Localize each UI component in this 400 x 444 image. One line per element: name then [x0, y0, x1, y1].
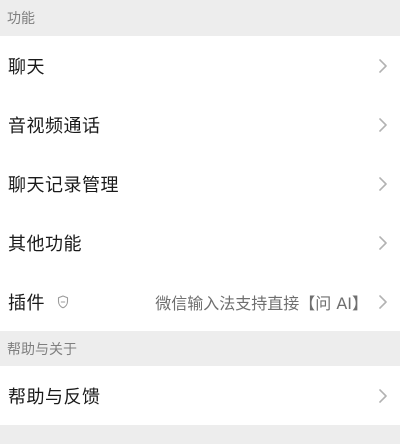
row-label: 音视频通话 — [8, 115, 101, 137]
chevron-right-icon — [379, 117, 387, 132]
row-label: 聊天 — [8, 56, 45, 78]
help-group: 帮助与反馈 — [0, 366, 400, 425]
shield-icon — [57, 294, 69, 308]
settings-row-other-features[interactable]: 其他功能 — [0, 213, 400, 272]
row-label: 插件 — [8, 292, 45, 314]
features-group: 聊天 音视频通话 聊天记录管理 其他功能 插件 微信输入法支持直接【问 AI】 — [0, 36, 400, 331]
settings-screen: 功能 聊天 音视频通话 聊天记录管理 其他功能 插件 微信输入法支持直接【问 A… — [0, 0, 400, 444]
settings-row-audio-video-call[interactable]: 音视频通话 — [0, 95, 400, 154]
chevron-right-icon — [379, 294, 387, 309]
chevron-right-icon — [379, 388, 387, 403]
chevron-right-icon — [379, 58, 387, 73]
settings-row-chat[interactable]: 聊天 — [0, 36, 400, 95]
settings-row-plugins[interactable]: 插件 微信输入法支持直接【问 AI】 — [0, 272, 400, 331]
chevron-right-icon — [379, 176, 387, 191]
chevron-right-icon — [379, 235, 387, 250]
row-label: 聊天记录管理 — [8, 174, 119, 196]
plugin-description: 微信输入法支持直接【问 AI】 — [155, 293, 368, 313]
row-label: 帮助与反馈 — [8, 386, 101, 408]
settings-row-help-feedback[interactable]: 帮助与反馈 — [0, 366, 400, 425]
settings-row-chat-history[interactable]: 聊天记录管理 — [0, 154, 400, 213]
section-header-features: 功能 — [0, 0, 400, 36]
row-label: 其他功能 — [8, 233, 82, 255]
section-header-help-about: 帮助与关于 — [0, 331, 400, 366]
